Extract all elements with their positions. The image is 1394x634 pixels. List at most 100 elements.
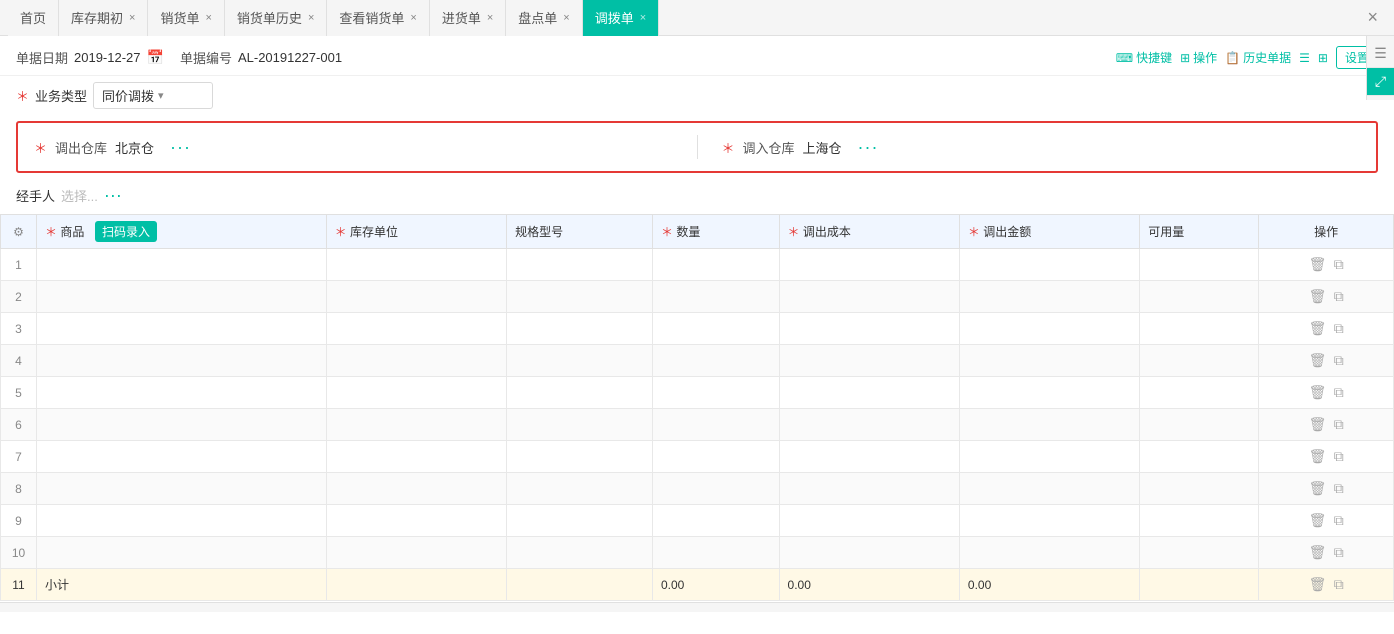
tab-close-sales-order[interactable]: × [205,12,211,24]
spec-cell[interactable] [507,313,653,345]
transfer-cost-cell[interactable] [779,505,959,537]
transfer-cost-cell[interactable] [779,377,959,409]
tab-view-sales[interactable]: 查看销货单 × [327,0,429,36]
delete-icon[interactable]: 🗑 [1309,320,1327,336]
quantity-cell[interactable] [652,537,779,569]
spec-cell[interactable] [507,473,653,505]
quantity-cell[interactable] [652,313,779,345]
unit-cell[interactable] [326,281,506,313]
product-cell[interactable] [37,505,327,537]
bottom-scrollbar[interactable] [0,602,1394,612]
quantity-cell[interactable] [652,345,779,377]
copy-icon[interactable]: ⧉ [1334,288,1344,304]
copy-icon[interactable]: ⧉ [1334,480,1344,496]
layout-list-button[interactable]: ☰ [1299,51,1310,65]
spec-cell[interactable] [507,505,653,537]
spec-cell[interactable] [507,249,653,281]
calendar-icon[interactable]: 📅 [147,49,164,66]
unit-cell[interactable] [326,505,506,537]
spec-cell[interactable] [507,537,653,569]
delete-icon[interactable]: 🗑 [1309,448,1327,464]
copy-icon[interactable]: ⧉ [1334,576,1344,592]
product-cell[interactable] [37,345,327,377]
available-cell[interactable] [1140,377,1259,409]
product-cell[interactable] [37,409,327,441]
available-cell[interactable] [1140,537,1259,569]
th-settings[interactable]: ⚙ [1,215,37,249]
transfer-cost-cell[interactable] [779,313,959,345]
delete-icon[interactable]: 🗑 [1309,288,1327,304]
unit-cell[interactable] [326,409,506,441]
inbound-more-button[interactable]: ··· [858,137,879,158]
copy-icon[interactable]: ⧉ [1334,544,1344,560]
tab-sales-order[interactable]: 销货单 × [148,0,224,36]
delete-icon[interactable]: 🗑 [1309,384,1327,400]
copy-icon[interactable]: ⧉ [1334,256,1344,272]
product-cell[interactable] [37,281,327,313]
spec-cell[interactable] [507,281,653,313]
unit-cell[interactable] [326,249,506,281]
unit-cell[interactable] [326,377,506,409]
tab-home[interactable]: 首页 [8,0,59,36]
delete-icon[interactable]: 🗑 [1309,352,1327,368]
tab-purchase[interactable]: 进货单 × [430,0,506,36]
tab-close-view-sales[interactable]: × [410,12,416,24]
tab-transfer[interactable]: 调拨单 × [583,0,659,36]
transfer-cost-cell[interactable] [779,473,959,505]
transfer-amount-cell[interactable] [959,409,1139,441]
transfer-amount-cell[interactable] [959,441,1139,473]
quantity-cell[interactable] [652,441,779,473]
quantity-cell[interactable] [652,505,779,537]
transfer-amount-cell[interactable] [959,313,1139,345]
delete-icon[interactable]: 🗑 [1309,544,1327,560]
product-cell[interactable] [37,249,327,281]
quantity-cell[interactable] [652,281,779,313]
tab-sales-history[interactable]: 销货单历史 × [225,0,327,36]
tab-close-transfer[interactable]: × [640,12,646,24]
available-cell[interactable] [1140,441,1259,473]
transfer-amount-cell[interactable] [959,537,1139,569]
outbound-more-button[interactable]: ··· [170,137,191,158]
tab-close-inventory-open[interactable]: × [129,12,135,24]
available-cell[interactable] [1140,409,1259,441]
transfer-amount-cell[interactable] [959,345,1139,377]
transfer-cost-cell[interactable] [779,281,959,313]
transfer-cost-cell[interactable] [779,409,959,441]
transfer-amount-cell[interactable] [959,505,1139,537]
copy-icon[interactable]: ⧉ [1334,512,1344,528]
copy-icon[interactable]: ⧉ [1334,416,1344,432]
tab-inventory-open[interactable]: 库存期初 × [59,0,148,36]
quantity-cell[interactable] [652,409,779,441]
product-cell[interactable] [37,441,327,473]
tab-close-inventory-count[interactable]: × [563,12,569,24]
unit-cell[interactable] [326,345,506,377]
product-cell[interactable] [37,377,327,409]
spec-cell[interactable] [507,345,653,377]
unit-cell[interactable] [326,537,506,569]
delete-icon[interactable]: 🗑 [1309,576,1327,592]
transfer-cost-cell[interactable] [779,537,959,569]
quantity-cell[interactable] [652,377,779,409]
spec-cell[interactable] [507,377,653,409]
operator-more-button[interactable]: ··· [104,185,122,206]
transfer-amount-cell[interactable] [959,281,1139,313]
available-cell[interactable] [1140,505,1259,537]
delete-icon[interactable]: 🗑 [1309,256,1327,272]
copy-icon[interactable]: ⧉ [1334,384,1344,400]
window-close-button[interactable]: × [1359,7,1386,28]
copy-icon[interactable]: ⧉ [1334,448,1344,464]
operator-select[interactable]: 选择... [61,186,98,205]
tab-close-purchase[interactable]: × [487,12,493,24]
history-button[interactable]: 📋 历史单据 [1225,49,1291,66]
delete-icon[interactable]: 🗑 [1309,416,1327,432]
tab-inventory-count[interactable]: 盘点单 × [506,0,582,36]
transfer-cost-cell[interactable] [779,441,959,473]
product-cell[interactable] [37,313,327,345]
product-cell[interactable] [37,537,327,569]
side-expand-button[interactable]: ⤢ [1367,68,1394,96]
transfer-amount-cell[interactable] [959,473,1139,505]
shortcut-button[interactable]: ⌨ 快捷键 [1116,49,1172,66]
scan-button[interactable]: 扫码录入 [95,221,157,242]
available-cell[interactable] [1140,345,1259,377]
available-cell[interactable] [1140,281,1259,313]
